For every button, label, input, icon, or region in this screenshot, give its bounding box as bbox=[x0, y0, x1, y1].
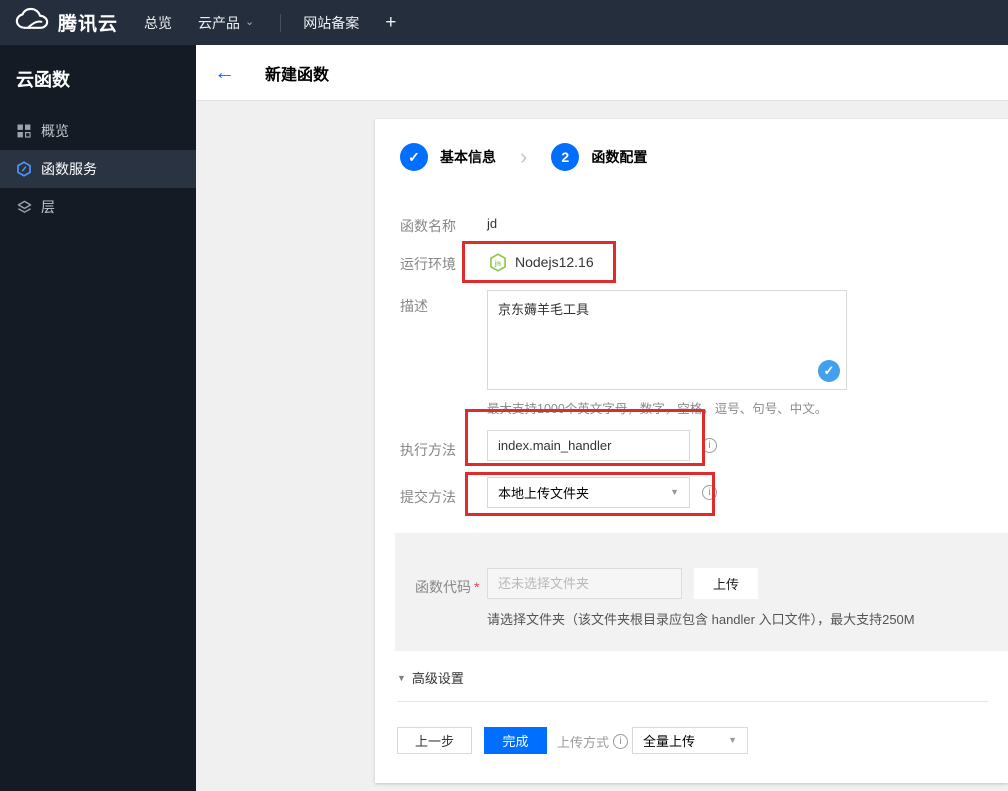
runtime-value: js Nodejs12.16 bbox=[489, 250, 594, 274]
advanced-settings-label: 高级设置 bbox=[411, 671, 464, 686]
page-header: ← 新建函数 bbox=[196, 45, 1008, 101]
handler-input[interactable] bbox=[487, 430, 690, 461]
sidebar-item-overview[interactable]: 概览 bbox=[0, 112, 196, 150]
function-code-label: 函数代码 * bbox=[415, 577, 479, 597]
step-indicator: ✓ 基本信息 › 2 函数配置 bbox=[400, 143, 647, 171]
sidebar-item-label: 概览 bbox=[41, 123, 69, 139]
dropdown-caret-icon: ▼ bbox=[670, 487, 679, 497]
advanced-settings-toggle[interactable]: ▼ 高级设置 bbox=[397, 668, 464, 687]
folder-path-input[interactable] bbox=[487, 568, 682, 599]
hexagon-function-icon bbox=[16, 161, 32, 177]
valid-check-icon: ✓ bbox=[818, 360, 840, 382]
back-arrow-icon[interactable]: ← bbox=[214, 62, 235, 83]
submit-method-select[interactable]: 本地上传文件夹 ▼ bbox=[487, 477, 690, 508]
step-1-label: 基本信息 bbox=[440, 149, 496, 165]
sidebar-item-layers[interactable]: 层 bbox=[0, 188, 196, 226]
main-area: ← 新建函数 ✓ 基本信息 › 2 函数配置 函数名称 jd 运行环境 js N… bbox=[196, 45, 1008, 791]
layers-icon bbox=[16, 199, 32, 215]
runtime-label: 运行环境 bbox=[400, 256, 456, 272]
dropdown-caret-icon: ▼ bbox=[728, 735, 737, 745]
sidebar-item-function-service[interactable]: 函数服务 bbox=[0, 150, 196, 188]
submit-method-selected-value: 本地上传文件夹 bbox=[498, 486, 590, 501]
previous-step-button[interactable]: 上一步 bbox=[397, 727, 472, 754]
step-2-number: 2 bbox=[551, 143, 580, 171]
step-1-done-check-icon: ✓ bbox=[400, 143, 428, 171]
info-icon[interactable]: i bbox=[702, 438, 717, 453]
upload-button[interactable]: 上传 bbox=[694, 568, 758, 599]
required-asterisk: * bbox=[474, 579, 480, 595]
svg-text:js: js bbox=[494, 258, 501, 267]
sidebar-item-label: 层 bbox=[41, 199, 55, 215]
add-tab-button[interactable]: + bbox=[385, 12, 396, 34]
nav-item-cloud-products[interactable]: 云产品 ⌄ bbox=[198, 13, 254, 33]
nav-item-overview[interactable]: 总览 bbox=[144, 13, 172, 33]
tencent-cloud-brand[interactable]: 腾讯云 bbox=[14, 7, 118, 38]
sidebar-title: 云函数 bbox=[16, 70, 70, 90]
brand-label: 腾讯云 bbox=[58, 14, 119, 35]
function-code-hint: 请选择文件夹（该文件夹根目录应包含 handler 入口文件），最大支持250M bbox=[487, 612, 915, 627]
divider bbox=[397, 701, 988, 702]
function-code-label-text: 函数代码 bbox=[415, 579, 471, 595]
chevron-right-icon: › bbox=[520, 144, 528, 169]
nav-divider bbox=[280, 13, 282, 32]
finish-button[interactable]: 完成 bbox=[484, 727, 547, 754]
nav-item-website-icp[interactable]: 网站备案 bbox=[303, 13, 359, 33]
nav-item-cloud-products-label: 云产品 bbox=[198, 14, 241, 31]
form-card: ✓ 基本信息 › 2 函数配置 函数名称 jd 运行环境 js Nodejs12… bbox=[375, 119, 1008, 783]
step-2-label: 函数配置 bbox=[591, 149, 648, 165]
upload-mode-selected-value: 全量上传 bbox=[643, 734, 696, 749]
function-name-label: 函数名称 bbox=[400, 218, 456, 234]
top-nav-items: 总览 云产品 ⌄ 网站备案 + bbox=[144, 12, 396, 34]
function-code-section: 函数代码* 上传 请选择文件夹（该文件夹根目录应包含 handler 入口文件）… bbox=[395, 533, 1008, 651]
upload-mode-label: 上传方式 i bbox=[557, 732, 629, 751]
submit-method-label: 提交方法 bbox=[400, 489, 456, 505]
description-textarea[interactable]: 京东薅羊毛工具 bbox=[487, 290, 847, 390]
handler-label: 执行方法 bbox=[400, 442, 456, 458]
page-title: 新建函数 bbox=[265, 66, 330, 84]
description-hint: 最大支持1000个英文字母，数字，空格，逗号、句号、中文。 bbox=[487, 402, 828, 416]
upload-mode-label-text: 上传方式 bbox=[557, 735, 610, 750]
grid-icon bbox=[16, 123, 32, 139]
description-label: 描述 bbox=[400, 298, 428, 314]
upload-mode-select[interactable]: 全量上传 ▼ bbox=[632, 727, 748, 754]
top-nav: 腾讯云 总览 云产品 ⌄ 网站备案 + bbox=[0, 0, 1008, 45]
nodejs-icon: js bbox=[490, 252, 506, 272]
info-icon[interactable]: i bbox=[613, 734, 629, 749]
runtime-value-text: Nodejs12.16 bbox=[515, 254, 594, 270]
sidebar-item-label: 函数服务 bbox=[41, 161, 97, 177]
function-name-value: jd bbox=[487, 216, 498, 231]
sidebar: 云函数 概览 函数服务 层 bbox=[0, 45, 196, 791]
triangle-down-icon: ▼ bbox=[397, 672, 406, 683]
tencent-cloud-logo-icon bbox=[14, 7, 50, 38]
chevron-down-icon: ⌄ bbox=[245, 16, 255, 28]
info-icon[interactable]: i bbox=[702, 485, 717, 500]
